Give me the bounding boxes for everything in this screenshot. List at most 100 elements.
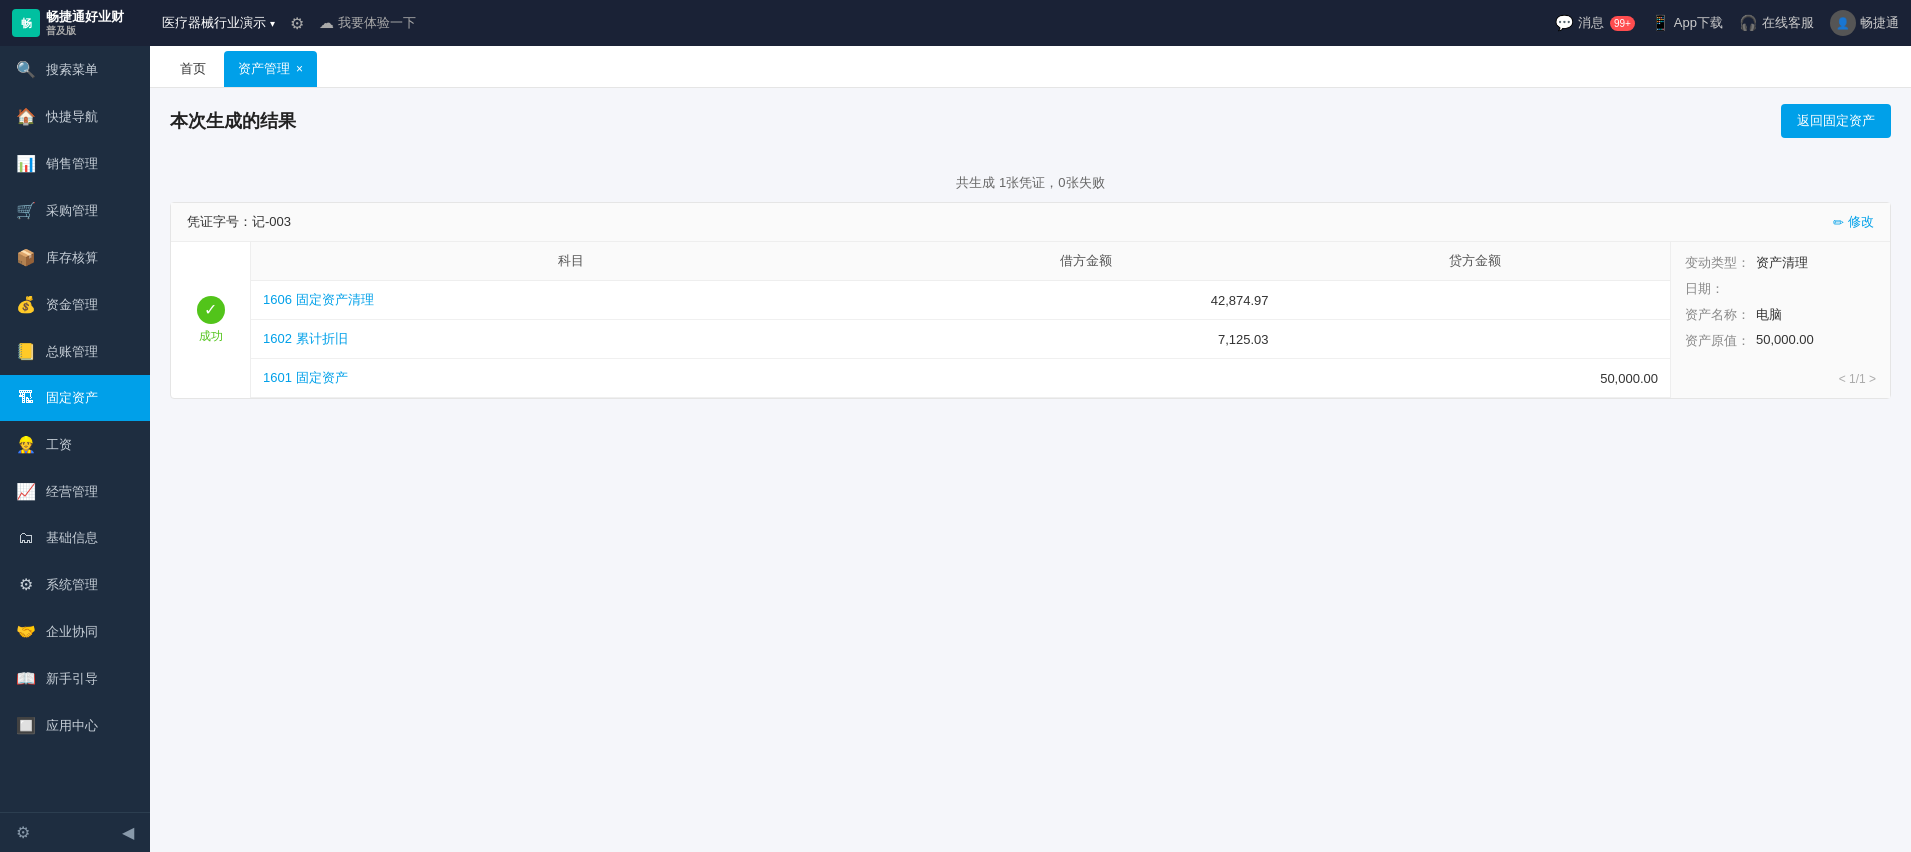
app-download-button[interactable]: 📱 App下载 <box>1651 14 1723 32</box>
tab-home[interactable]: 首页 <box>166 51 220 87</box>
sidebar-item-quick-nav[interactable]: 🏠 快捷导航 <box>0 93 150 140</box>
ledger-icon: 📒 <box>16 342 36 361</box>
change-type-label: 变动类型： <box>1685 254 1750 272</box>
sales-icon: 📊 <box>16 154 36 173</box>
subject-cell-1[interactable]: 1602 累计折旧 <box>251 320 891 359</box>
detail-asset-name: 资产名称： 电脑 <box>1685 306 1876 324</box>
fixed-assets-icon: 🏗 <box>16 389 36 407</box>
voucher-left: ✓ 成功 科目 借方金额 <box>171 242 1670 398</box>
edit-voucher-button[interactable]: ✏ 修改 <box>1833 213 1874 231</box>
phone-icon: 📱 <box>1651 14 1670 32</box>
debit-cell-1: 7,125.03 <box>891 320 1280 359</box>
sidebar: 🔍 搜索菜单 🏠 快捷导航 📊 销售管理 🛒 采购管理 📦 库存核算 💰 资金管… <box>0 46 150 852</box>
tab-close-asset-mgmt[interactable]: × <box>296 62 303 76</box>
guide-icon: 📖 <box>16 669 36 688</box>
quick-nav-icon: 🏠 <box>16 107 36 126</box>
sidebar-item-inventory[interactable]: 📦 库存核算 <box>0 234 150 281</box>
service-icon: 🎧 <box>1739 14 1758 32</box>
col-debit: 借方金额 <box>891 242 1280 281</box>
tabbar: 首页 资产管理 × <box>150 46 1911 88</box>
logo-icon: 畅 <box>12 9 40 37</box>
settings-bottom-icon[interactable]: ⚙ <box>16 823 30 842</box>
change-type-value: 资产清理 <box>1756 254 1808 272</box>
subject-cell-0[interactable]: 1606 固定资产清理 <box>251 281 891 320</box>
sidebar-item-basic-info[interactable]: 🗂 基础信息 <box>0 515 150 561</box>
guide-label: 新手引导 <box>46 670 98 688</box>
success-text: 成功 <box>199 328 223 345</box>
collapse-icon[interactable]: ◀ <box>122 823 134 842</box>
topbar-settings-icon[interactable]: ⚙ <box>283 9 311 37</box>
asset-name-value: 电脑 <box>1756 306 1782 324</box>
user-menu[interactable]: 👤 畅捷通 <box>1830 10 1899 36</box>
messages-button[interactable]: 💬 消息 99+ <box>1555 14 1635 32</box>
credit-cell-0 <box>1281 281 1670 320</box>
logo-main: 畅捷通好业财 <box>46 9 124 25</box>
success-circle-icon: ✓ <box>197 296 225 324</box>
sidebar-item-payroll[interactable]: 👷 工资 <box>0 421 150 468</box>
original-value-value: 50,000.00 <box>1756 332 1814 350</box>
edit-icon: ✏ <box>1833 215 1844 230</box>
experience-button[interactable]: ☁ 我要体验一下 <box>319 14 416 32</box>
tab-label-home: 首页 <box>180 60 206 78</box>
detail-pagination[interactable]: < 1/1 > <box>1685 372 1876 386</box>
detail-date: 日期： <box>1685 280 1876 298</box>
voucher-header: 凭证字号：记-003 ✏ 修改 <box>171 203 1890 242</box>
tab-asset-mgmt[interactable]: 资产管理 × <box>224 51 317 87</box>
enterprise-label: 企业协同 <box>46 623 98 641</box>
app-logo: 畅 畅捷通好业财 普及版 <box>12 9 162 37</box>
sales-label: 销售管理 <box>46 155 98 173</box>
table-header-row: 科目 借方金额 贷方金额 <box>251 242 1670 281</box>
page-content: 本次生成的结果 返回固定资产 共生成 1张凭证，0张失败 凭证字号：记-003 … <box>150 88 1911 852</box>
voucher-detail-panel: 变动类型： 资产清理 日期： 资产名称： 电脑 资产原值： <box>1670 242 1890 398</box>
online-service-button[interactable]: 🎧 在线客服 <box>1739 14 1814 32</box>
detail-original-value: 资产原值： 50,000.00 <box>1685 332 1876 350</box>
table-row: 1601 固定资产 50,000.00 <box>251 359 1670 398</box>
sidebar-item-operations[interactable]: 📈 经营管理 <box>0 468 150 515</box>
sidebar-item-app-center[interactable]: 🔲 应用中心 <box>0 702 150 749</box>
col-subject: 科目 <box>251 242 891 281</box>
sidebar-item-sales[interactable]: 📊 销售管理 <box>0 140 150 187</box>
purchase-label: 采购管理 <box>46 202 98 220</box>
sidebar-item-purchase[interactable]: 🛒 采购管理 <box>0 187 150 234</box>
sidebar-item-fixed-assets[interactable]: 🏗 固定资产 <box>0 375 150 421</box>
sidebar-item-ledger[interactable]: 📒 总账管理 <box>0 328 150 375</box>
logo-text: 畅捷通好业财 普及版 <box>46 9 124 37</box>
topbar: 畅 畅捷通好业财 普及版 医疗器械行业演示 ▾ ⚙ ☁ 我要体验一下 💬 消息 … <box>0 0 1911 46</box>
sidebar-bottom: ⚙ ◀ <box>0 812 150 852</box>
page-header: 本次生成的结果 返回固定资产 <box>170 104 1891 138</box>
messages-badge: 99+ <box>1610 16 1635 31</box>
system-label: 系统管理 <box>46 576 98 594</box>
voucher-table: 科目 借方金额 贷方金额 1606 固定资产清理 42,874.97 1602 … <box>251 242 1670 398</box>
enterprise-icon: 🤝 <box>16 622 36 641</box>
col-credit: 贷方金额 <box>1281 242 1670 281</box>
voucher-content-row: ✓ 成功 科目 借方金额 <box>171 242 1670 398</box>
voucher-status-col: ✓ 成功 <box>171 242 251 398</box>
table-header: 科目 借方金额 贷方金额 <box>251 242 1670 281</box>
page-title: 本次生成的结果 <box>170 109 296 133</box>
debit-cell-0: 42,874.97 <box>891 281 1280 320</box>
search-icon: 🔍 <box>16 60 36 79</box>
finance-label: 资金管理 <box>46 296 98 314</box>
original-value-label: 资产原值： <box>1685 332 1750 350</box>
sidebar-item-search[interactable]: 🔍 搜索菜单 <box>0 46 150 93</box>
company-selector[interactable]: 医疗器械行业演示 ▾ <box>162 14 275 32</box>
subject-cell-2[interactable]: 1601 固定资产 <box>251 359 891 398</box>
tab-label-asset-mgmt: 资产管理 <box>238 60 290 78</box>
payroll-icon: 👷 <box>16 435 36 454</box>
voucher-table-area: ✓ 成功 科目 借方金额 <box>171 242 1890 398</box>
back-to-fixed-assets-button[interactable]: 返回固定资产 <box>1781 104 1891 138</box>
topbar-right: 💬 消息 99+ 📱 App下载 🎧 在线客服 👤 畅捷通 <box>1555 10 1899 36</box>
table-body: 1606 固定资产清理 42,874.97 1602 累计折旧 7,125.03… <box>251 281 1670 398</box>
app-center-label: 应用中心 <box>46 717 98 735</box>
result-summary: 共生成 1张凭证，0张失败 <box>170 158 1891 202</box>
sidebar-item-finance[interactable]: 💰 资金管理 <box>0 281 150 328</box>
quick-nav-label: 快捷导航 <box>46 108 98 126</box>
operations-label: 经营管理 <box>46 483 98 501</box>
avatar: 👤 <box>1830 10 1856 36</box>
sidebar-item-guide[interactable]: 📖 新手引导 <box>0 655 150 702</box>
purchase-icon: 🛒 <box>16 201 36 220</box>
sidebar-item-enterprise[interactable]: 🤝 企业协同 <box>0 608 150 655</box>
sidebar-item-system[interactable]: ⚙ 系统管理 <box>0 561 150 608</box>
debit-cell-2 <box>891 359 1280 398</box>
asset-name-label: 资产名称： <box>1685 306 1750 324</box>
